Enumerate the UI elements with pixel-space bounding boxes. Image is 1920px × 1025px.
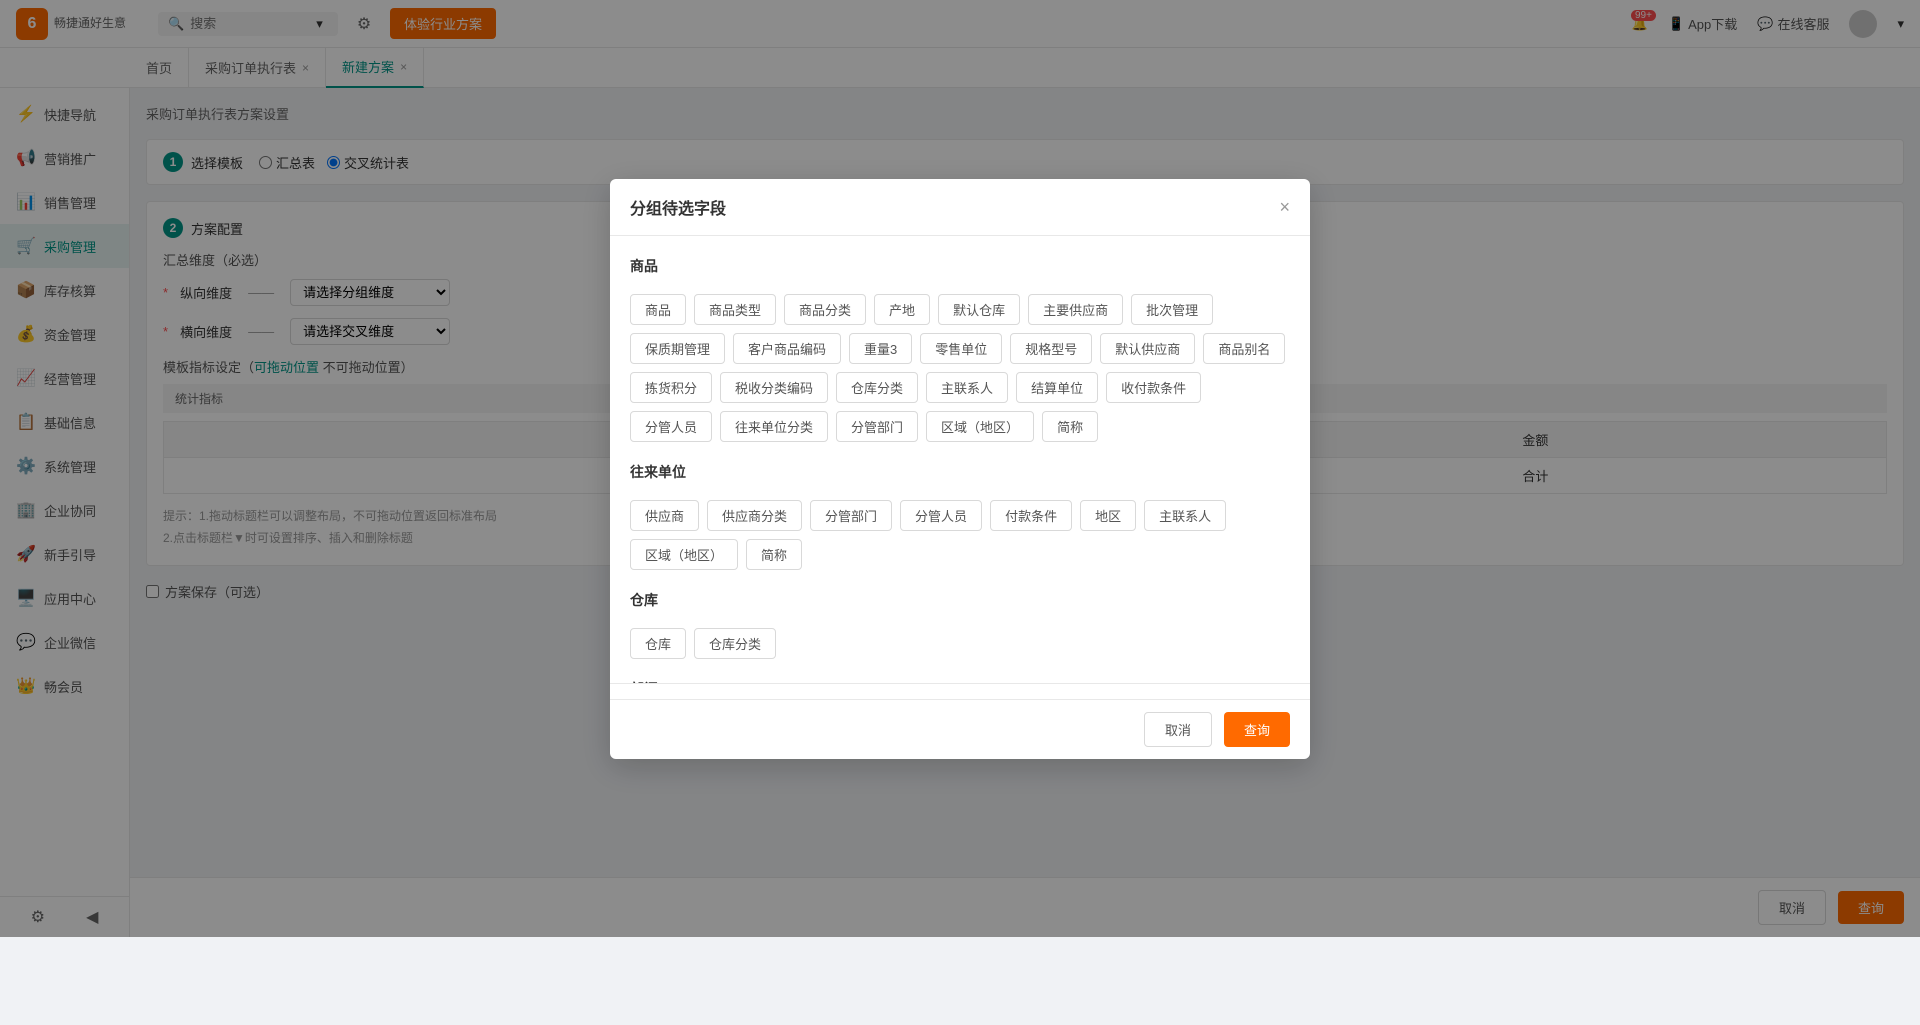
tag-supplier-category[interactable]: 供应商分类: [707, 500, 802, 531]
modal-body: 商品 商品 商品类型 商品分类 产地 默认仓库 主要供应商 批次管理 保质期管理…: [610, 236, 1310, 683]
tag-pick-score[interactable]: 拣货积分: [630, 372, 712, 403]
tag-partner-category[interactable]: 往来单位分类: [720, 411, 828, 442]
tag-product-alias[interactable]: 商品别名: [1203, 333, 1285, 364]
tag-abbr[interactable]: 简称: [1042, 411, 1098, 442]
field-group-product: 商品 商品 商品类型 商品分类 产地 默认仓库 主要供应商 批次管理 保质期管理…: [630, 256, 1290, 442]
modal-footer: 取消 查询: [610, 699, 1310, 759]
tag-retail-unit[interactable]: 零售单位: [920, 333, 1002, 364]
tag-dept[interactable]: 分管部门: [836, 411, 918, 442]
modal-title: 分组待选字段: [630, 195, 726, 219]
modal-hscroll-inner: [610, 688, 1310, 689]
field-tags-warehouse: 仓库 仓库分类: [630, 628, 1290, 659]
tag-area[interactable]: 地区: [1080, 500, 1136, 531]
tag-product-category[interactable]: 商品分类: [784, 294, 866, 325]
tag-partner-region[interactable]: 区域（地区）: [630, 539, 738, 570]
tag-payment-condition[interactable]: 付款条件: [990, 500, 1072, 531]
tag-main-contact[interactable]: 主联系人: [926, 372, 1008, 403]
tag-warehouse-category[interactable]: 仓库分类: [836, 372, 918, 403]
modal-horizontal-scrollbar[interactable]: [610, 683, 1310, 699]
field-selection-modal: 分组待选字段 × 商品 商品 商品类型 商品分类 产地 默认仓库 主要供应商 批…: [610, 179, 1310, 759]
tag-shelf-life[interactable]: 保质期管理: [630, 333, 725, 364]
field-group-partner: 往来单位 供应商 供应商分类 分管部门 分管人员 付款条件 地区 主联系人 区域…: [630, 462, 1290, 570]
modal-close-button[interactable]: ×: [1279, 198, 1290, 216]
tag-warehouse[interactable]: 仓库: [630, 628, 686, 659]
tag-default-warehouse[interactable]: 默认仓库: [938, 294, 1020, 325]
tag-weight3[interactable]: 重量3: [849, 333, 912, 364]
tag-warehouse-cat[interactable]: 仓库分类: [694, 628, 776, 659]
tag-region[interactable]: 区域（地区）: [926, 411, 1034, 442]
modal-cancel-button[interactable]: 取消: [1144, 712, 1212, 747]
tag-supervisor[interactable]: 分管人员: [630, 411, 712, 442]
tag-partner-supervisor[interactable]: 分管人员: [900, 500, 982, 531]
tag-payment-terms[interactable]: 收付款条件: [1106, 372, 1201, 403]
tag-product-type[interactable]: 商品类型: [694, 294, 776, 325]
tag-origin[interactable]: 产地: [874, 294, 930, 325]
tag-product[interactable]: 商品: [630, 294, 686, 325]
tag-supplier[interactable]: 供应商: [630, 500, 699, 531]
tag-batch-management[interactable]: 批次管理: [1131, 294, 1213, 325]
tag-spec-model[interactable]: 规格型号: [1010, 333, 1092, 364]
field-tags-partner: 供应商 供应商分类 分管部门 分管人员 付款条件 地区 主联系人 区域（地区） …: [630, 500, 1290, 570]
field-group-partner-title: 往来单位: [630, 462, 1290, 488]
field-group-warehouse-title: 仓库: [630, 590, 1290, 616]
tag-partner-dept[interactable]: 分管部门: [810, 500, 892, 531]
modal-header: 分组待选字段 ×: [610, 179, 1310, 236]
modal-confirm-button[interactable]: 查询: [1224, 712, 1290, 747]
field-group-warehouse: 仓库 仓库 仓库分类: [630, 590, 1290, 659]
modal-overlay: 分组待选字段 × 商品 商品 商品类型 商品分类 产地 默认仓库 主要供应商 批…: [0, 0, 1920, 937]
tag-partner-abbr[interactable]: 简称: [746, 539, 802, 570]
field-tags-product: 商品 商品类型 商品分类 产地 默认仓库 主要供应商 批次管理 保质期管理 客户…: [630, 294, 1290, 442]
tag-main-supplier[interactable]: 主要供应商: [1028, 294, 1123, 325]
field-group-product-title: 商品: [630, 256, 1290, 282]
tag-customer-sku[interactable]: 客户商品编码: [733, 333, 841, 364]
tag-partner-contact[interactable]: 主联系人: [1144, 500, 1226, 531]
tag-tax-code[interactable]: 税收分类编码: [720, 372, 828, 403]
tag-default-supplier[interactable]: 默认供应商: [1100, 333, 1195, 364]
tag-settlement-unit[interactable]: 结算单位: [1016, 372, 1098, 403]
